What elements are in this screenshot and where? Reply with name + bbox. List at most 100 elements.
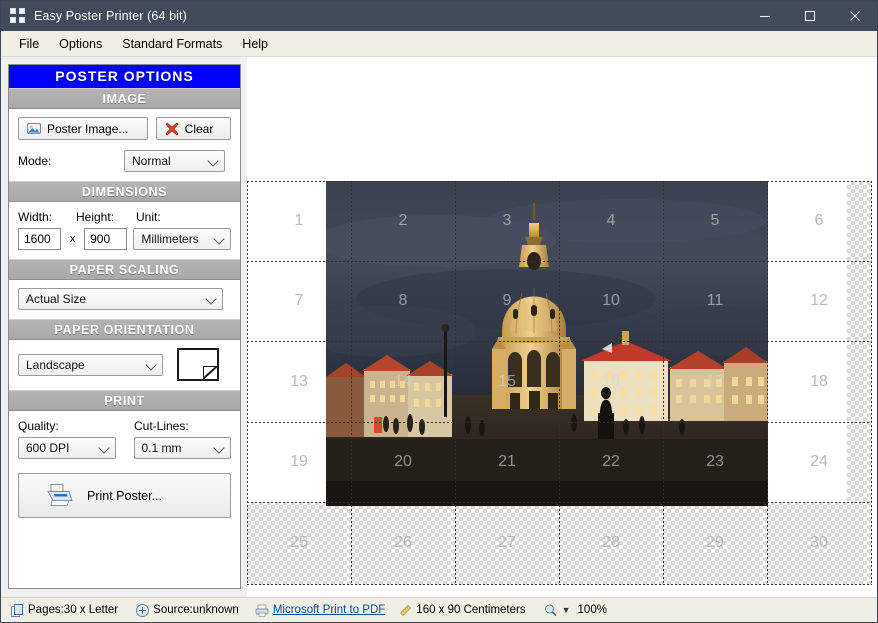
page-number: 2 xyxy=(398,212,408,229)
zoom-dropdown-arrow-icon[interactable]: ▼ xyxy=(562,605,571,615)
clear-button-label: Clear xyxy=(184,121,214,136)
page-cell[interactable]: 14 xyxy=(351,341,455,422)
page-number: 3 xyxy=(502,212,512,229)
section-header-image: IMAGE xyxy=(9,88,240,109)
quality-value: 600 DPI xyxy=(26,441,70,455)
page-cell[interactable]: 11 xyxy=(663,261,767,341)
page-cell[interactable]: 8 xyxy=(351,261,455,341)
section-header-dimensions: DIMENSIONS xyxy=(9,181,240,202)
panel-header: POSTER OPTIONS xyxy=(9,65,240,88)
height-input[interactable]: 900 xyxy=(84,228,128,250)
page-cell[interactable]: 4 xyxy=(559,181,663,261)
page-cell[interactable]: 23 xyxy=(663,422,767,502)
page-cell[interactable]: 6 xyxy=(767,181,871,261)
page-cell[interactable]: 16 xyxy=(559,341,663,422)
poster-image-button[interactable]: Poster Image... xyxy=(18,117,148,140)
unit-label: Unit: xyxy=(136,210,161,224)
unit-select-value: Millimeters xyxy=(141,232,199,246)
cutlines-label: Cut-Lines: xyxy=(134,419,189,433)
menu-item-file[interactable]: File xyxy=(9,34,49,54)
section-body-paper-orientation: Landscape xyxy=(9,340,240,390)
page-cell[interactable]: 12 xyxy=(767,261,871,341)
chevron-down-icon xyxy=(147,360,157,370)
page-cell[interactable]: 19 xyxy=(247,422,351,502)
page-cell[interactable]: 18 xyxy=(767,341,871,422)
page-number: 30 xyxy=(810,534,828,551)
status-source-label: Source:unknown xyxy=(153,604,239,616)
page-cell[interactable]: 7 xyxy=(247,261,351,341)
print-poster-button[interactable]: Print Poster... xyxy=(18,473,231,518)
magnifier-icon[interactable] xyxy=(544,604,558,617)
page-cell[interactable]: 29 xyxy=(663,502,767,584)
page-cell[interactable]: 5 xyxy=(663,181,767,261)
section-header-print: PRINT xyxy=(9,390,240,411)
poster-options-panel: POSTER OPTIONS IMAGE Poster Image... Cle… xyxy=(8,64,241,589)
width-input[interactable]: 1600 xyxy=(18,228,62,250)
maximize-button[interactable] xyxy=(787,1,832,31)
page-cell[interactable]: 1 xyxy=(247,181,351,261)
grid-line-horizontal xyxy=(247,584,872,585)
page-number: 16 xyxy=(602,372,620,390)
page-number: 27 xyxy=(498,534,516,551)
menu-item-options[interactable]: Options xyxy=(49,34,112,54)
chevron-down-icon xyxy=(215,443,225,453)
page-cell[interactable]: 24 xyxy=(767,422,871,502)
page-number: 10 xyxy=(602,292,620,309)
page-cell[interactable]: 10 xyxy=(559,261,663,341)
page-cell[interactable]: 9 xyxy=(455,261,559,341)
status-source: Source:unknown xyxy=(136,603,239,617)
dimension-separator: x xyxy=(69,233,76,245)
page-cell[interactable]: 26 xyxy=(351,502,455,584)
orientation-preview-icon xyxy=(177,348,219,381)
page-number: 22 xyxy=(602,453,620,470)
menu-item-help[interactable]: Help xyxy=(232,34,278,54)
printer-icon xyxy=(45,481,75,510)
status-zoom-label: 100% xyxy=(577,604,607,616)
status-printer-link[interactable]: Microsoft Print to PDF xyxy=(273,604,385,616)
application-window: Easy Poster Printer (64 bit) File Option… xyxy=(0,0,878,623)
chevron-down-icon xyxy=(209,156,219,166)
page-cell[interactable]: 15 xyxy=(455,341,559,422)
page-cell[interactable]: 21 xyxy=(455,422,559,502)
poster-preview-canvas[interactable]: 1 2 3 4 5 6 7 8 9 10 11 12 13 14 15 16 1… xyxy=(247,57,877,597)
page-number: 18 xyxy=(810,372,828,390)
page-number: 24 xyxy=(810,453,828,470)
mode-select[interactable]: Normal xyxy=(124,150,225,172)
poster-sheet[interactable]: 1 2 3 4 5 6 7 8 9 10 11 12 13 14 15 16 1… xyxy=(247,181,872,585)
grid-line-vertical xyxy=(871,181,872,585)
page-cell[interactable]: 30 xyxy=(767,502,871,584)
image-icon xyxy=(27,122,41,136)
status-printer[interactable]: Microsoft Print to PDF xyxy=(255,604,385,617)
menu-item-standard-formats[interactable]: Standard Formats xyxy=(112,34,232,54)
page-cell[interactable]: 13 xyxy=(247,341,351,422)
page-number: 21 xyxy=(498,453,516,470)
page-cell[interactable]: 25 xyxy=(247,502,351,584)
page-cell[interactable]: 2 xyxy=(351,181,455,261)
window-title: Easy Poster Printer (64 bit) xyxy=(34,9,187,23)
unit-select[interactable]: Millimeters xyxy=(133,228,232,250)
close-button[interactable] xyxy=(832,1,877,31)
quality-select[interactable]: 600 DPI xyxy=(18,437,116,459)
height-label: Height: xyxy=(76,210,115,224)
pages-icon xyxy=(11,603,24,617)
page-cell[interactable]: 28 xyxy=(559,502,663,584)
cutlines-select[interactable]: 0.1 mm xyxy=(133,437,231,459)
page-cell[interactable]: 17 xyxy=(663,341,767,422)
status-zoom[interactable]: ▼ 100% xyxy=(544,604,607,617)
page-number: 7 xyxy=(294,292,304,309)
page-cell[interactable]: 20 xyxy=(351,422,455,502)
chevron-down-icon xyxy=(215,234,225,244)
paper-orientation-select[interactable]: Landscape xyxy=(18,353,163,376)
page-number: 25 xyxy=(290,534,308,551)
page-cell[interactable]: 3 xyxy=(455,181,559,261)
minimize-button[interactable] xyxy=(742,1,787,31)
print-poster-button-label: Print Poster... xyxy=(86,488,163,503)
page-cell[interactable]: 22 xyxy=(559,422,663,502)
main-body: POSTER OPTIONS IMAGE Poster Image... Cle… xyxy=(1,57,877,597)
page-number: 23 xyxy=(706,453,724,470)
page-cell[interactable]: 27 xyxy=(455,502,559,584)
title-bar: Easy Poster Printer (64 bit) xyxy=(1,1,877,31)
clear-button[interactable]: Clear xyxy=(155,117,231,140)
page-number: 19 xyxy=(290,453,308,470)
paper-scaling-select[interactable]: Actual Size xyxy=(18,288,223,310)
